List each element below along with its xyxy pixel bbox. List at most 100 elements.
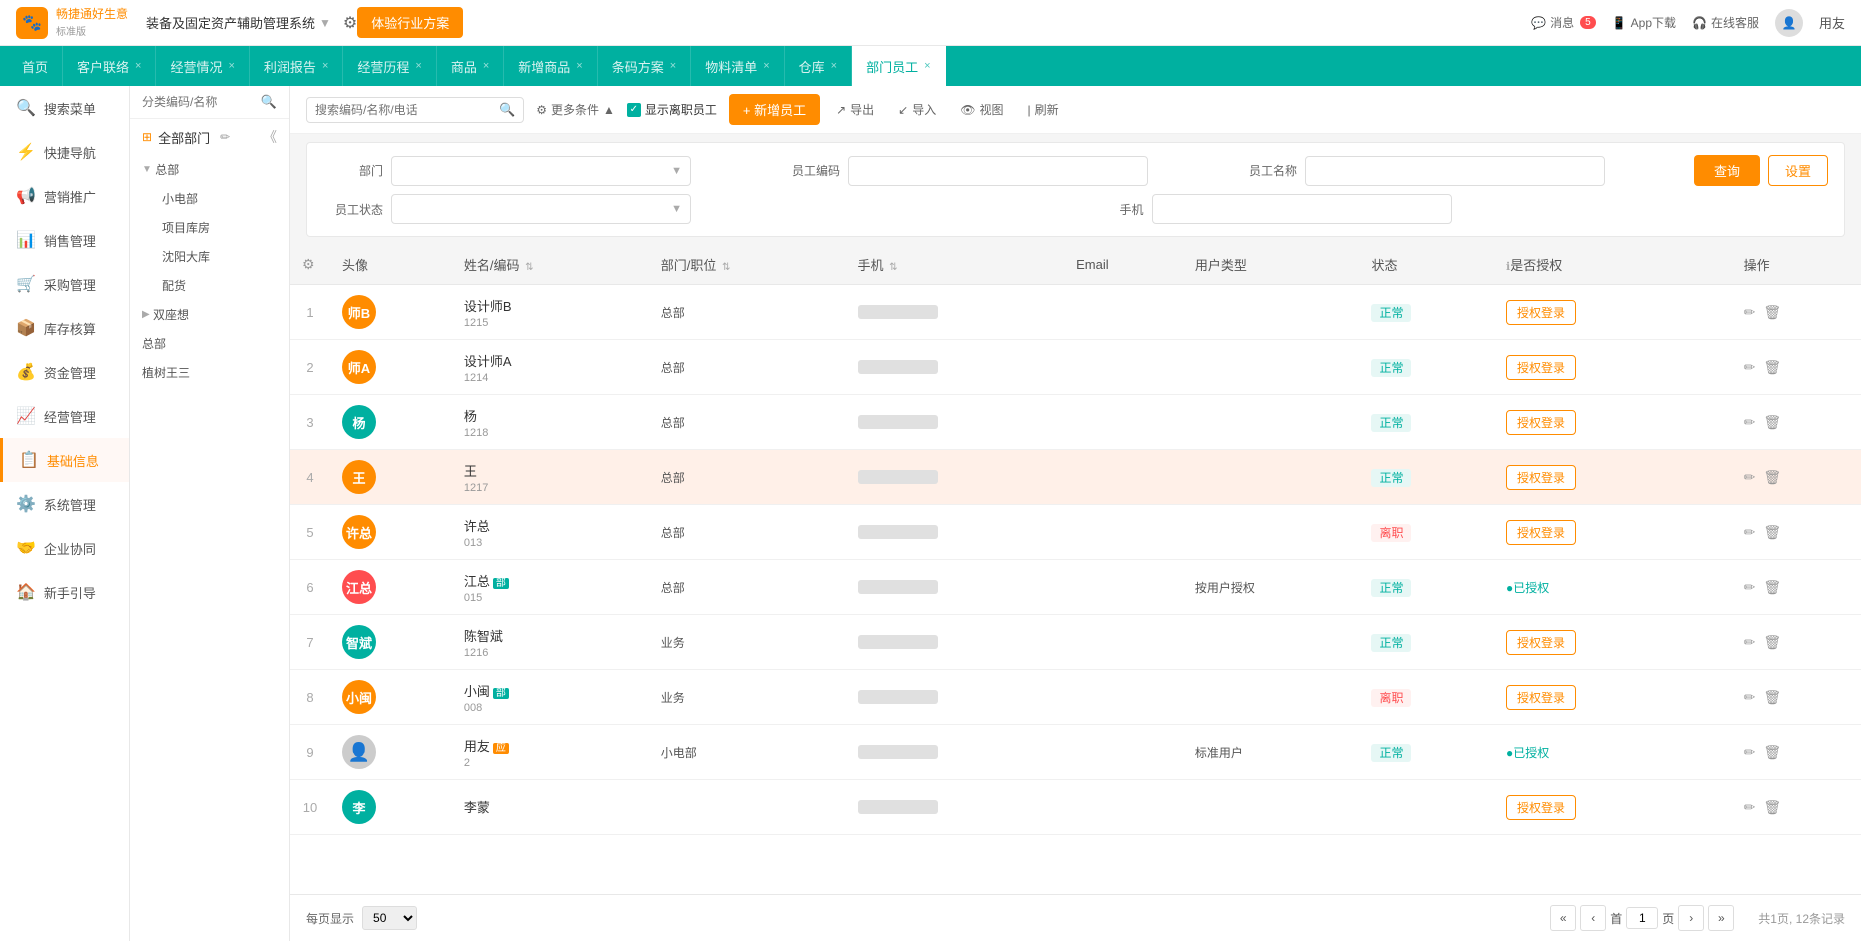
close-icon[interactable]: × [831,60,837,72]
nav-finance[interactable]: 💰 资金管理 [0,350,129,394]
employee-name-input[interactable] [1305,156,1605,186]
col-name-code[interactable]: 姓名/编码 ⇅ [452,245,649,285]
close-icon[interactable]: × [483,60,489,72]
nav-inventory[interactable]: 📦 库存核算 [0,306,129,350]
user-avatar[interactable]: 👤 [1775,9,1803,37]
nav-system[interactable]: ⚙️ 系统管理 [0,482,129,526]
nav-basic-info[interactable]: 📋 基础信息 [0,438,129,482]
authorize-button[interactable]: 授权登录 [1506,465,1576,490]
tab-management[interactable]: 经营情况× [156,46,249,86]
page-input[interactable] [1626,907,1658,929]
delete-icon[interactable]: 🗑 [1763,304,1781,321]
reset-button[interactable]: 设置 [1768,155,1828,186]
dept-item-head[interactable]: ▼ 总部 [130,155,289,184]
first-page-btn[interactable]: « [1550,905,1576,931]
edit-icon[interactable]: ✏ [1744,524,1756,541]
dept-all-item[interactable]: ⊞ 全部部门 ✏ 《 [130,119,289,155]
collapse-icon[interactable]: 《 [263,127,277,147]
edit-icon[interactable]: ✏ [1744,744,1756,761]
tab-add-goods[interactable]: 新增商品× [504,46,597,86]
dept-item-shenyangdaku[interactable]: 沈阳大库 [130,242,289,271]
view-button[interactable]: 👁 视图 [952,101,1011,118]
delete-icon[interactable]: 🗑 [1763,359,1781,376]
authorize-button[interactable]: 授权登录 [1506,795,1576,820]
dept-item-peihuo[interactable]: 配货 [130,271,289,300]
settings-icon[interactable]: ⚙ [302,256,315,272]
col-phone[interactable]: 手机 ⇅ [846,245,1065,285]
trial-button[interactable]: 体验行业方案 [357,7,463,38]
delete-icon[interactable]: 🗑 [1763,744,1781,761]
search-submit-icon[interactable]: 🔍 [499,102,515,118]
tab-process[interactable]: 经营历程× [343,46,436,86]
edit-icon[interactable]: ✏ [1744,579,1756,596]
close-icon[interactable]: × [228,60,234,72]
authorize-button[interactable]: 授权登录 [1506,685,1576,710]
add-employee-button[interactable]: + 新增员工 [729,94,820,125]
message-btn[interactable]: 💬 消息 5 [1531,14,1596,31]
edit-icon[interactable]: ✏ [1744,414,1756,431]
edit-icon[interactable]: ✏ [1744,689,1756,706]
query-button[interactable]: 查询 [1694,155,1760,186]
refresh-button[interactable]: | 刷新 [1020,101,1067,118]
app-download-btn[interactable]: 📱 App下载 [1612,14,1676,31]
system-title[interactable]: 装备及固定资产辅助管理系统 ▼ [146,13,331,32]
edit-icon[interactable]: ✏ [1744,799,1756,816]
close-icon[interactable]: × [415,60,421,72]
next-page-btn[interactable]: › [1678,905,1704,931]
dept-item-zhishu[interactable]: 植树王三 [130,358,289,387]
delete-icon[interactable]: 🗑 [1763,414,1781,431]
col-setting[interactable]: ⚙ [290,245,330,285]
dept-search-input[interactable] [142,95,255,109]
search-input[interactable] [315,103,495,117]
authorize-button[interactable]: 授权登录 [1506,355,1576,380]
edit-icon[interactable]: ✏ [1744,359,1756,376]
delete-icon[interactable]: 🗑 [1763,799,1781,816]
edit-icon[interactable]: ✏ [1744,634,1756,651]
edit-icon[interactable]: ✏ [1744,469,1756,486]
delete-icon[interactable]: 🗑 [1763,524,1781,541]
authorize-button[interactable]: 授权登录 [1506,630,1576,655]
nav-sales[interactable]: 📊 销售管理 [0,218,129,262]
close-icon[interactable]: × [763,60,769,72]
tab-goods[interactable]: 商品× [437,46,504,86]
delete-icon[interactable]: 🗑 [1763,469,1781,486]
nav-operation[interactable]: 📈 经营管理 [0,394,129,438]
nav-guide[interactable]: 🏠 新手引导 [0,570,129,614]
tab-barcode[interactable]: 条码方案× [598,46,691,86]
authorize-button[interactable]: 授权登录 [1506,410,1576,435]
delete-icon[interactable]: 🗑 [1763,579,1781,596]
delete-icon[interactable]: 🗑 [1763,634,1781,651]
online-service-btn[interactable]: 🎧 在线客服 [1692,14,1759,31]
close-icon[interactable]: × [135,60,141,72]
edit-icon[interactable]: ✏ [1744,304,1756,321]
close-icon[interactable]: × [924,60,930,72]
dept-item-xiangmukufang[interactable]: 项目库房 [130,213,289,242]
nav-collab[interactable]: 🤝 企业协同 [0,526,129,570]
close-icon[interactable]: × [322,60,328,72]
tab-bom[interactable]: 物料清单× [691,46,784,86]
nav-purchase[interactable]: 🛒 采购管理 [0,262,129,306]
dept-item-xiaodibu[interactable]: 小电部 [130,184,289,213]
tab-home[interactable]: 首页 [8,46,63,86]
more-conditions-btn[interactable]: ⚙ 更多条件 ▲ [536,101,615,118]
col-dept-position[interactable]: 部门/职位 ⇅ [649,245,846,285]
page-size-select[interactable]: 50 100 200 [362,906,417,930]
dept-item-shuangzuoxiang[interactable]: ▶ 双座想 [130,300,289,329]
prev-page-btn[interactable]: ‹ [1580,905,1606,931]
settings-icon[interactable]: ⚙ [343,13,357,33]
show-resigned-toggle[interactable]: ✓ 显示离职员工 [627,101,717,118]
status-select[interactable]: ▼ [391,194,691,224]
nav-search[interactable]: 🔍 搜索菜单 [0,86,129,130]
close-icon[interactable]: × [670,60,676,72]
authorize-button[interactable]: 授权登录 [1506,300,1576,325]
nav-marketing[interactable]: 📢 营销推广 [0,174,129,218]
authorize-button[interactable]: 授权登录 [1506,520,1576,545]
employee-code-input[interactable] [848,156,1148,186]
delete-icon[interactable]: 🗑 [1763,689,1781,706]
phone-input[interactable] [1152,194,1452,224]
export-button[interactable]: ↗ 导出 [828,101,882,118]
last-page-btn[interactable]: » [1708,905,1734,931]
close-icon[interactable]: × [576,60,582,72]
tab-warehouse[interactable]: 仓库× [785,46,852,86]
dept-select[interactable]: ▼ [391,156,691,186]
